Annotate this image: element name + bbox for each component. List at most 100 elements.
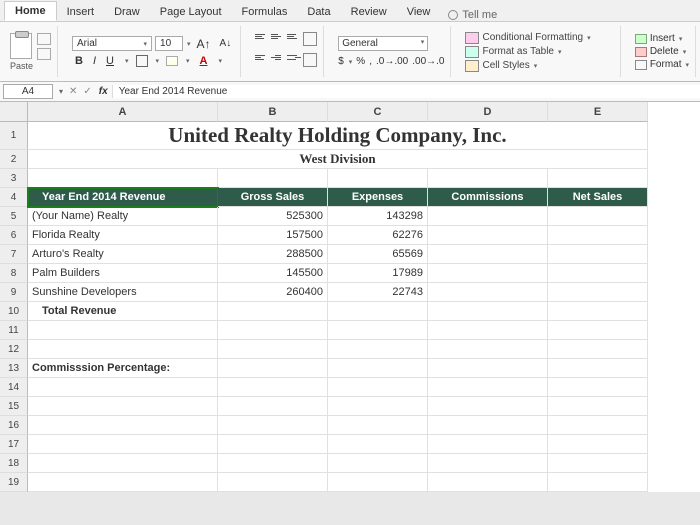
row-header[interactable]: 19: [0, 473, 28, 492]
cell[interactable]: [328, 454, 428, 473]
cell[interactable]: [328, 473, 428, 492]
tab-formulas[interactable]: Formulas: [232, 3, 298, 21]
cell[interactable]: Sunshine Developers: [28, 283, 218, 302]
italic-button[interactable]: I: [90, 54, 99, 68]
cell[interactable]: [428, 283, 548, 302]
cell[interactable]: [28, 397, 218, 416]
header-cell-c[interactable]: Expenses: [328, 188, 428, 207]
cell[interactable]: [548, 435, 648, 454]
cell[interactable]: Florida Realty: [28, 226, 218, 245]
bold-button[interactable]: B: [72, 54, 86, 68]
cell[interactable]: [218, 359, 328, 378]
increase-font-button[interactable]: A↑: [194, 36, 214, 52]
cell[interactable]: [218, 397, 328, 416]
tell-me[interactable]: Tell me: [448, 9, 497, 21]
cell[interactable]: [218, 454, 328, 473]
col-header[interactable]: E: [548, 102, 648, 122]
cell[interactable]: [328, 340, 428, 359]
cell[interactable]: [428, 416, 548, 435]
paste-icon[interactable]: [10, 33, 32, 59]
align-bottom-button[interactable]: [287, 32, 301, 42]
cell[interactable]: [548, 169, 648, 188]
cell[interactable]: [28, 416, 218, 435]
cell[interactable]: [548, 397, 648, 416]
cell[interactable]: [548, 283, 648, 302]
cell[interactable]: [28, 454, 218, 473]
percent-button[interactable]: %: [356, 56, 365, 67]
cell[interactable]: [328, 416, 428, 435]
subtitle-cell[interactable]: West Division: [28, 150, 648, 169]
row-header[interactable]: 6: [0, 226, 28, 245]
cell[interactable]: [428, 321, 548, 340]
select-all-corner[interactable]: [0, 102, 28, 122]
cell[interactable]: [548, 416, 648, 435]
cell[interactable]: [428, 435, 548, 454]
cell[interactable]: 145500: [218, 264, 328, 283]
cell[interactable]: [218, 473, 328, 492]
row-header[interactable]: 11: [0, 321, 28, 340]
row-header[interactable]: 5: [0, 207, 28, 226]
cell[interactable]: [28, 321, 218, 340]
cell[interactable]: [548, 340, 648, 359]
namebox-dropdown[interactable]: ▾: [56, 87, 66, 96]
cell[interactable]: 143298: [328, 207, 428, 226]
tab-view[interactable]: View: [397, 3, 441, 21]
row-header[interactable]: 18: [0, 454, 28, 473]
cell[interactable]: (Your Name) Realty: [28, 207, 218, 226]
cell[interactable]: [428, 207, 548, 226]
cell[interactable]: [28, 340, 218, 359]
row-header[interactable]: 10: [0, 302, 28, 321]
cell[interactable]: [218, 321, 328, 340]
cell[interactable]: [548, 321, 648, 340]
cell[interactable]: [328, 435, 428, 454]
fx-icon[interactable]: fx: [95, 86, 112, 97]
merge-button[interactable]: [303, 53, 317, 67]
cell[interactable]: [328, 397, 428, 416]
underline-button[interactable]: U: [103, 54, 117, 68]
header-cell-d[interactable]: Commissions: [428, 188, 548, 207]
cell[interactable]: [548, 359, 648, 378]
comma-button[interactable]: ,: [369, 56, 372, 67]
row-header[interactable]: 16: [0, 416, 28, 435]
font-name-select[interactable]: Arial▾: [72, 36, 152, 51]
cell[interactable]: [428, 302, 548, 321]
align-right-button[interactable]: [287, 53, 301, 63]
row-header[interactable]: 3: [0, 169, 28, 188]
cell[interactable]: [328, 321, 428, 340]
copy-icon[interactable]: [37, 48, 51, 60]
row-header[interactable]: 12: [0, 340, 28, 359]
cell[interactable]: 65569: [328, 245, 428, 264]
row-header[interactable]: 2: [0, 150, 28, 169]
cell[interactable]: [428, 454, 548, 473]
cell[interactable]: [28, 435, 218, 454]
col-header[interactable]: D: [428, 102, 548, 122]
cell[interactable]: [328, 169, 428, 188]
cell[interactable]: [328, 302, 428, 321]
col-header[interactable]: B: [218, 102, 328, 122]
cell[interactable]: [548, 226, 648, 245]
row-header[interactable]: 14: [0, 378, 28, 397]
row-header[interactable]: 17: [0, 435, 28, 454]
cell[interactable]: [218, 416, 328, 435]
format-cells-button[interactable]: Format▾: [635, 59, 689, 70]
cell[interactable]: [218, 302, 328, 321]
col-header[interactable]: C: [328, 102, 428, 122]
title-cell[interactable]: United Realty Holding Company, Inc.: [28, 122, 648, 150]
cell[interactable]: 288500: [218, 245, 328, 264]
cell[interactable]: [548, 302, 648, 321]
name-box[interactable]: A4: [3, 84, 53, 99]
cell[interactable]: [428, 245, 548, 264]
cell[interactable]: [28, 378, 218, 397]
cell[interactable]: Arturo's Realty: [28, 245, 218, 264]
formula-bar[interactable]: Year End 2014 Revenue: [112, 85, 700, 98]
cell[interactable]: [548, 264, 648, 283]
tab-page-layout[interactable]: Page Layout: [150, 3, 232, 21]
header-cell-b[interactable]: Gross Sales: [218, 188, 328, 207]
cancel-formula-button[interactable]: ✕: [66, 86, 80, 97]
conditional-formatting-button[interactable]: Conditional Formatting▾: [465, 32, 613, 44]
header-cell-a[interactable]: Year End 2014 Revenue: [28, 188, 218, 207]
decrease-font-button[interactable]: A↓: [217, 37, 235, 50]
align-left-button[interactable]: [255, 53, 269, 63]
cell[interactable]: [28, 169, 218, 188]
cell[interactable]: 260400: [218, 283, 328, 302]
